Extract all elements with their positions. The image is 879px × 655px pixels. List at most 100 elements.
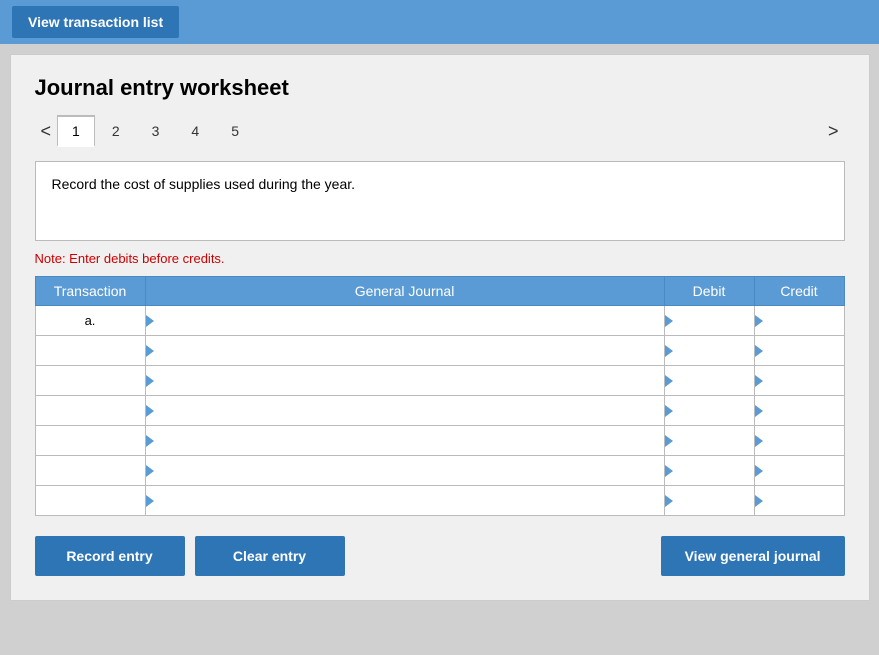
general-journal-input-0[interactable] — [158, 306, 664, 335]
tab-3[interactable]: 3 — [137, 116, 175, 146]
general-journal-input-3[interactable] — [158, 396, 664, 425]
debit-input-2[interactable] — [677, 366, 754, 395]
debit-cell-6[interactable] — [664, 486, 754, 516]
view-general-journal-button[interactable]: View general journal — [661, 536, 845, 576]
table-row — [35, 336, 844, 366]
description-text: Record the cost of supplies used during … — [52, 176, 356, 192]
credit-cell-2[interactable] — [754, 366, 844, 396]
debit-input-5[interactable] — [677, 456, 754, 485]
col-header-general-journal: General Journal — [145, 277, 664, 306]
debit-cell-0[interactable] — [664, 306, 754, 336]
credit-input-5[interactable] — [767, 456, 844, 485]
general-journal-cell-6[interactable] — [145, 486, 664, 516]
general-journal-input-5[interactable] — [158, 456, 664, 485]
cell-indicator-debit-1 — [665, 345, 673, 357]
general-journal-cell-0[interactable] — [145, 306, 664, 336]
general-journal-input-2[interactable] — [158, 366, 664, 395]
cell-indicator-debit-3 — [665, 405, 673, 417]
table-row — [35, 396, 844, 426]
cell-indicator-debit-2 — [665, 375, 673, 387]
transaction-cell-5 — [35, 456, 145, 486]
general-journal-cell-1[interactable] — [145, 336, 664, 366]
debit-cell-5[interactable] — [664, 456, 754, 486]
cell-indicator-gj-3 — [146, 405, 154, 417]
cell-indicator-gj-2 — [146, 375, 154, 387]
general-journal-cell-5[interactable] — [145, 456, 664, 486]
main-container: Journal entry worksheet < 1 2 3 4 5 > Re… — [10, 54, 870, 601]
transaction-cell-3 — [35, 396, 145, 426]
table-row — [35, 366, 844, 396]
debit-cell-4[interactable] — [664, 426, 754, 456]
journal-table: Transaction General Journal Debit Credit… — [35, 276, 845, 516]
credit-input-6[interactable] — [767, 486, 844, 515]
cell-indicator-credit-5 — [755, 465, 763, 477]
next-tab-button[interactable]: > — [822, 117, 845, 146]
credit-cell-0[interactable] — [754, 306, 844, 336]
credit-cell-6[interactable] — [754, 486, 844, 516]
credit-cell-4[interactable] — [754, 426, 844, 456]
cell-indicator-credit-6 — [755, 495, 763, 507]
cell-indicator-debit-0 — [665, 315, 673, 327]
credit-input-0[interactable] — [767, 306, 844, 335]
debit-cell-2[interactable] — [664, 366, 754, 396]
transaction-cell-4 — [35, 426, 145, 456]
general-journal-cell-2[interactable] — [145, 366, 664, 396]
transaction-cell-2 — [35, 366, 145, 396]
credit-cell-3[interactable] — [754, 396, 844, 426]
cell-indicator-gj-4 — [146, 435, 154, 447]
tab-5[interactable]: 5 — [216, 116, 254, 146]
col-header-credit: Credit — [754, 277, 844, 306]
debit-input-3[interactable] — [677, 396, 754, 425]
cell-indicator-gj-6 — [146, 495, 154, 507]
table-row — [35, 486, 844, 516]
cell-indicator-gj-1 — [146, 345, 154, 357]
cell-indicator-debit-5 — [665, 465, 673, 477]
general-journal-cell-3[interactable] — [145, 396, 664, 426]
table-row — [35, 456, 844, 486]
cell-indicator-credit-0 — [755, 315, 763, 327]
credit-input-3[interactable] — [767, 396, 844, 425]
cell-indicator-credit-4 — [755, 435, 763, 447]
cell-indicator-gj-5 — [146, 465, 154, 477]
credit-cell-5[interactable] — [754, 456, 844, 486]
top-bar: View transaction list — [0, 0, 879, 44]
note-text: Note: Enter debits before credits. — [35, 251, 845, 266]
debit-input-1[interactable] — [677, 336, 754, 365]
credit-input-2[interactable] — [767, 366, 844, 395]
cell-indicator-gj-0 — [146, 315, 154, 327]
transaction-cell-6 — [35, 486, 145, 516]
cell-indicator-credit-3 — [755, 405, 763, 417]
description-box: Record the cost of supplies used during … — [35, 161, 845, 241]
table-row: a. — [35, 306, 844, 336]
clear-entry-button[interactable]: Clear entry — [195, 536, 345, 576]
prev-tab-button[interactable]: < — [35, 117, 58, 146]
credit-input-1[interactable] — [767, 336, 844, 365]
buttons-row: Record entry Clear entry View general jo… — [35, 536, 845, 576]
credit-cell-1[interactable] — [754, 336, 844, 366]
table-row — [35, 426, 844, 456]
debit-cell-1[interactable] — [664, 336, 754, 366]
view-transaction-button[interactable]: View transaction list — [12, 6, 179, 38]
debit-cell-3[interactable] — [664, 396, 754, 426]
cell-indicator-debit-6 — [665, 495, 673, 507]
debit-input-6[interactable] — [677, 486, 754, 515]
tab-1[interactable]: 1 — [57, 115, 95, 147]
general-journal-input-6[interactable] — [158, 486, 664, 515]
transaction-cell-1 — [35, 336, 145, 366]
cell-indicator-debit-4 — [665, 435, 673, 447]
cell-indicator-credit-2 — [755, 375, 763, 387]
col-header-debit: Debit — [664, 277, 754, 306]
record-entry-button[interactable]: Record entry — [35, 536, 185, 576]
general-journal-input-1[interactable] — [158, 336, 664, 365]
transaction-cell-0: a. — [35, 306, 145, 336]
general-journal-cell-4[interactable] — [145, 426, 664, 456]
debit-input-0[interactable] — [677, 306, 754, 335]
debit-input-4[interactable] — [677, 426, 754, 455]
worksheet-title: Journal entry worksheet — [35, 75, 845, 101]
tabs-container: < 1 2 3 4 5 > — [35, 115, 845, 147]
credit-input-4[interactable] — [767, 426, 844, 455]
general-journal-input-4[interactable] — [158, 426, 664, 455]
col-header-transaction: Transaction — [35, 277, 145, 306]
tab-2[interactable]: 2 — [97, 116, 135, 146]
tab-4[interactable]: 4 — [176, 116, 214, 146]
